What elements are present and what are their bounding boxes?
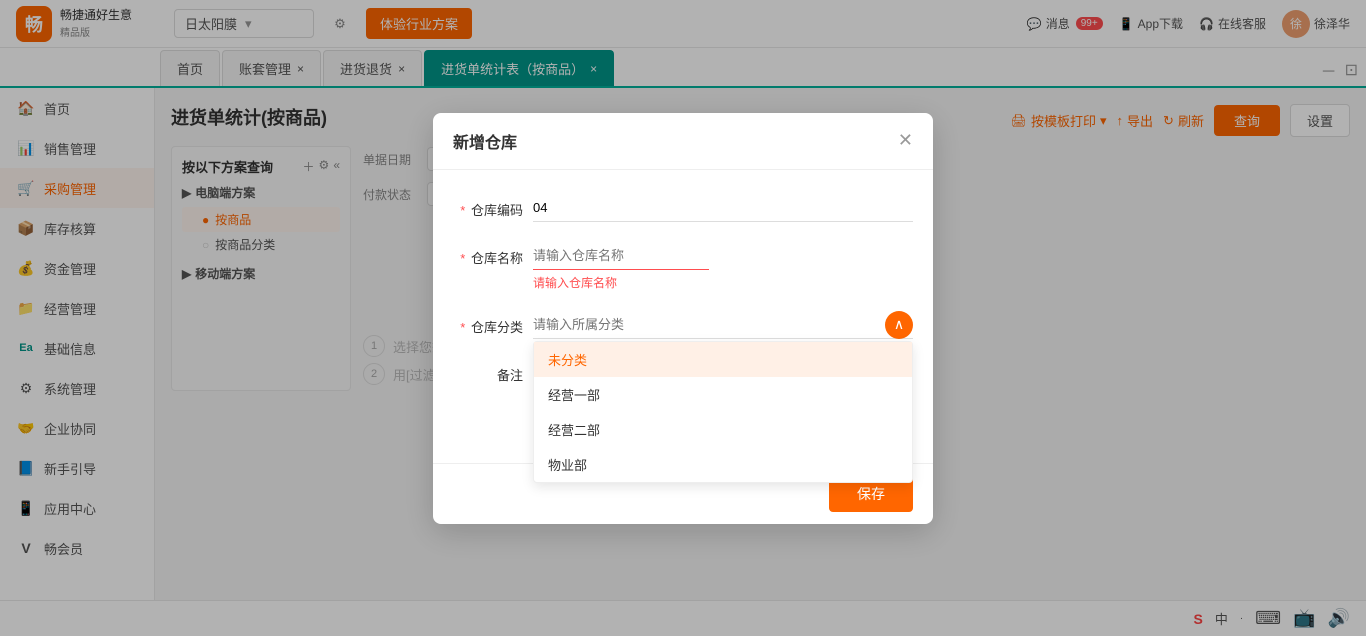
- dropdown-item-dept1[interactable]: 经营一部: [534, 377, 912, 412]
- name-label: * 仓库名称: [453, 242, 533, 267]
- name-error-msg: 请输入仓库名称: [533, 274, 617, 291]
- modal-body: * 仓库编码 * 仓库名称 请输入仓库名称 *: [433, 170, 933, 463]
- classify-dropdown: 未分类 经营一部 经营二部 物业部: [533, 341, 913, 483]
- code-input[interactable]: [533, 194, 913, 222]
- modal-header: 新增仓库 ✕: [433, 113, 933, 170]
- name-field-inner: * 仓库名称: [533, 242, 709, 270]
- code-field-row: * 仓库编码: [453, 194, 913, 222]
- modal-close-button[interactable]: ✕: [898, 130, 913, 151]
- classify-label: * 仓库分类: [453, 311, 533, 336]
- modal-overlay: 新增仓库 ✕ * 仓库编码 * 仓库名称: [0, 0, 1366, 636]
- classify-required-mark: *: [460, 320, 465, 335]
- dropdown-item-unclassified[interactable]: 未分类: [534, 342, 912, 377]
- name-label-text: 仓库名称: [471, 251, 523, 266]
- classify-toggle-icon[interactable]: ∧: [885, 311, 913, 339]
- code-label-text: 仓库编码: [471, 203, 523, 218]
- add-warehouse-modal: 新增仓库 ✕ * 仓库编码 * 仓库名称: [433, 113, 933, 524]
- code-label: * 仓库编码: [453, 194, 533, 219]
- dropdown-item-dept2[interactable]: 经营二部: [534, 412, 912, 447]
- dropdown-item-property[interactable]: 物业部: [534, 447, 912, 482]
- code-required-mark: *: [460, 203, 465, 218]
- remark-label: 备注: [453, 359, 533, 384]
- name-input[interactable]: [533, 242, 709, 270]
- classify-label-text: 仓库分类: [471, 320, 523, 335]
- classify-field-row: * 仓库分类 ∧ 未分类 经营一部 经营二部 物业部: [453, 311, 913, 339]
- classify-input-wrap: ∧ 未分类 经营一部 经营二部 物业部: [533, 311, 913, 339]
- classify-input[interactable]: [533, 311, 913, 339]
- name-required-mark: *: [460, 251, 465, 266]
- remark-label-text: 备注: [497, 368, 523, 383]
- name-field-row: * 仓库名称 请输入仓库名称: [453, 242, 913, 291]
- modal-title: 新增仓库: [453, 129, 517, 153]
